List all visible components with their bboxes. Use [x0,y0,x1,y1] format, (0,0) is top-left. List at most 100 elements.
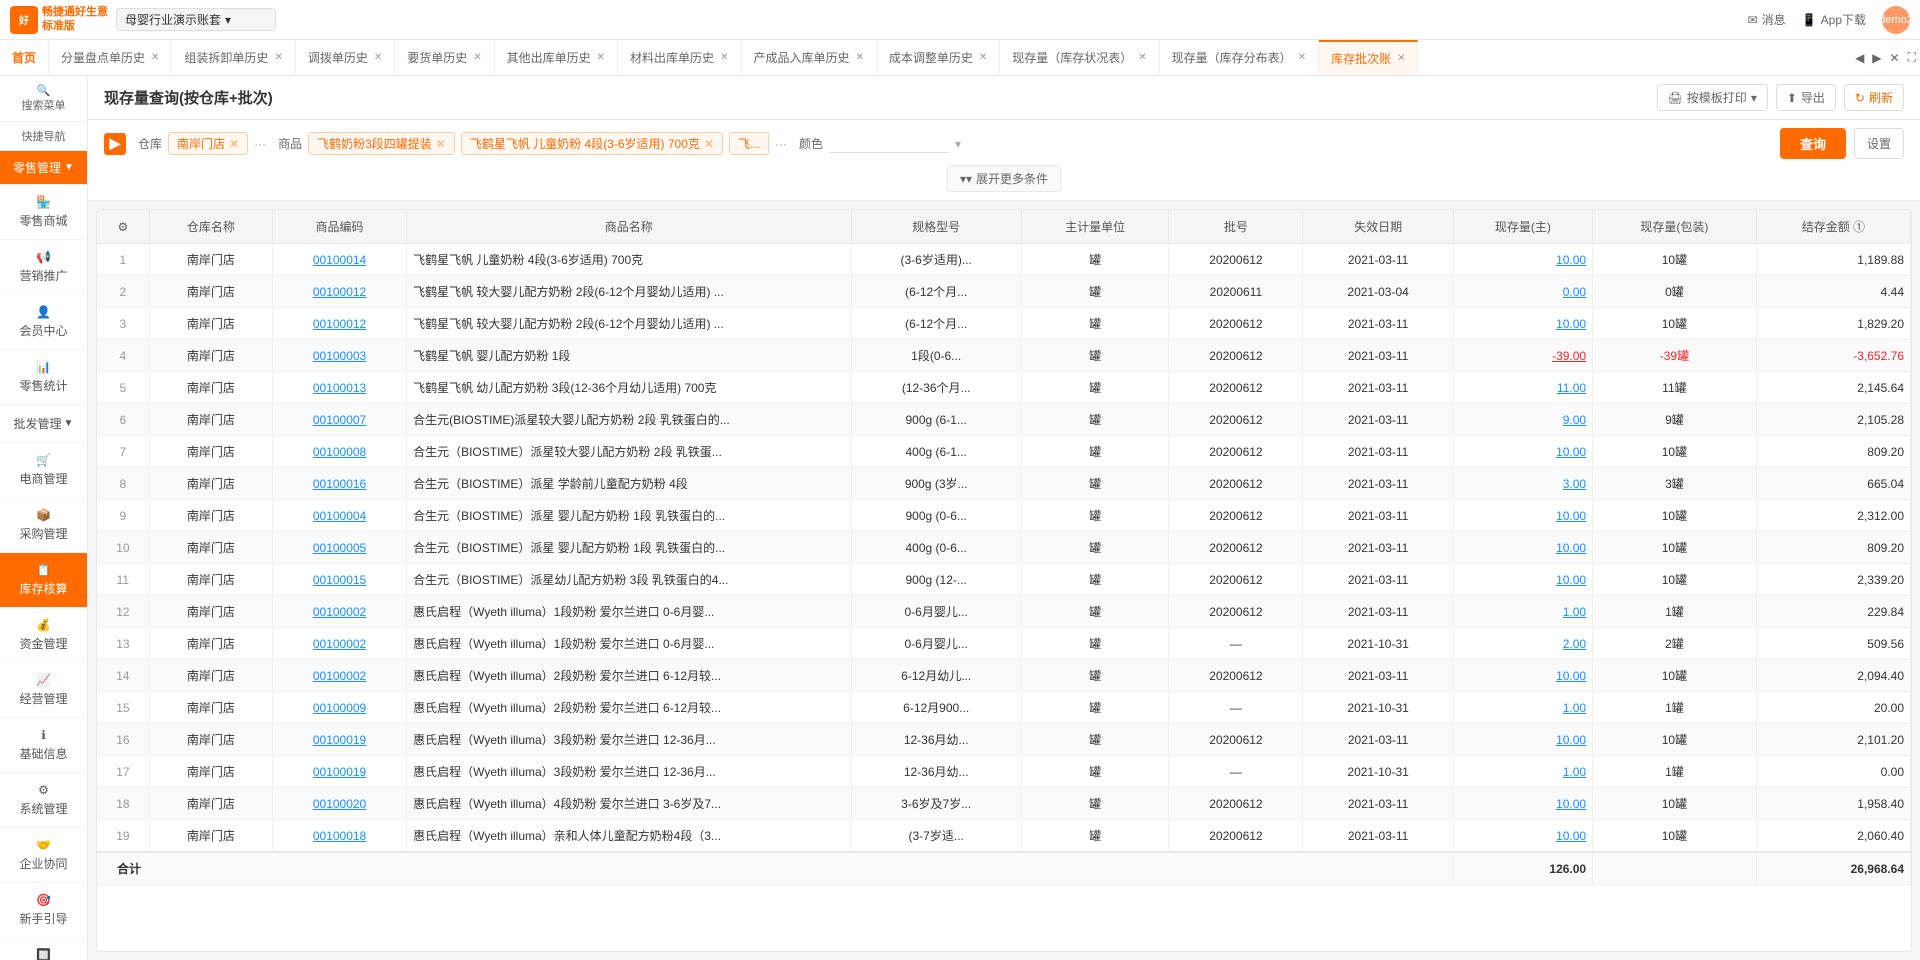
row-code[interactable]: 00100002 [272,628,406,660]
sidebar-item-marketing[interactable]: 📢 营销推广 [0,240,87,295]
sidebar-quick-nav[interactable]: 快捷导航 [0,122,87,151]
sidebar-item-business[interactable]: 📈 经营管理 [0,663,87,718]
row-code[interactable]: 00100019 [272,724,406,756]
nav-next-btn[interactable]: ▶ [1868,51,1885,65]
close-tab-cailiao[interactable]: ✕ [720,52,728,63]
row-code[interactable]: 00100012 [272,308,406,340]
sidebar-item-ecommerce[interactable]: 🛒 电商管理 [0,443,87,498]
row-qty1[interactable]: 11.00 [1453,372,1592,404]
query-btn[interactable]: 查询 [1780,128,1846,159]
color-input[interactable] [829,134,949,153]
close-tab-diaob[interactable]: ✕ [374,52,382,63]
row-qty1[interactable]: 3.00 [1453,468,1592,500]
row-qty1[interactable]: 10.00 [1453,500,1592,532]
sidebar-item-member[interactable]: 👤 会员中心 [0,295,87,350]
sidebar-item-retail-shop[interactable]: 🏪 零售商城 [0,185,87,240]
sidebar-item-retail-stats[interactable]: 📊 零售统计 [0,350,87,405]
row-qty1[interactable]: 10.00 [1453,660,1592,692]
close-tab-chengben[interactable]: ✕ [979,52,987,63]
tab-xiancun2[interactable]: 现存量（库存分布表） ✕ [1160,40,1319,76]
row-code[interactable]: 00100009 [272,692,406,724]
tab-xiancun1[interactable]: 现存量（库存状况表） ✕ [1000,40,1159,76]
nav-maximize-btn[interactable]: ⛶ [1904,50,1920,65]
row-qty1[interactable]: 10.00 [1453,244,1592,276]
tab-kucun-pici[interactable]: 库存批次账 ✕ [1319,40,1418,76]
row-code[interactable]: 00100012 [272,276,406,308]
close-tab-zuhe[interactable]: ✕ [274,52,282,63]
close-tab-chengpin[interactable]: ✕ [855,52,863,63]
tab-fenliang[interactable]: 分量盘点单历史 ✕ [49,40,172,76]
sidebar-item-system[interactable]: ⚙ 系统管理 [0,773,87,828]
settings-btn[interactable]: 设置 [1854,128,1904,159]
row-qty1[interactable]: 10.00 [1453,724,1592,756]
close-tab-kucun-pici[interactable]: ✕ [1397,53,1405,64]
remove-warehouse-tag[interactable]: ✕ [229,137,239,151]
sidebar-search[interactable]: 🔍 搜索菜单 [0,76,87,122]
industry-select[interactable]: 母婴行业演示账套 ▾ [116,8,276,31]
sidebar-item-wholesale-mgmt[interactable]: 批发管理 ▼ [0,405,87,443]
row-qty1[interactable]: 10.00 [1453,532,1592,564]
tab-chengpin[interactable]: 产成品入库单历史 ✕ [741,40,876,76]
close-tab-qita[interactable]: ✕ [597,52,605,63]
sidebar-item-app-center[interactable]: 🔲 应用中心 [0,938,87,960]
remove-product-tag-1[interactable]: ✕ [436,137,446,151]
warehouse-more-dots[interactable]: ··· [254,137,266,151]
row-code[interactable]: 00100004 [272,500,406,532]
sidebar-item-finance[interactable]: 💰 资金管理 [0,608,87,663]
row-code[interactable]: 00100018 [272,820,406,853]
row-qty1[interactable]: 1.00 [1453,692,1592,724]
tab-home[interactable]: 首页 [0,40,49,76]
row-code[interactable]: 00100002 [272,596,406,628]
export-btn[interactable]: ⬆ 导出 [1776,84,1836,111]
row-code[interactable]: 00100015 [272,564,406,596]
close-tab-xiancun2[interactable]: ✕ [1298,52,1306,63]
row-qty1[interactable]: 1.00 [1453,596,1592,628]
row-qty1[interactable]: -39.00 [1453,340,1592,372]
row-code[interactable]: 00100020 [272,788,406,820]
tab-cailiao[interactable]: 材料出库单历史 ✕ [618,40,741,76]
row-qty1[interactable]: 10.00 [1453,436,1592,468]
product-tag-1[interactable]: 飞鹤奶粉3段四罐提装 ✕ [308,132,455,155]
refresh-btn[interactable]: ↻ 刷新 [1844,84,1904,111]
avatar[interactable]: demo2 [1882,6,1910,34]
row-code[interactable]: 00100013 [272,372,406,404]
row-code[interactable]: 00100008 [272,436,406,468]
row-qty1[interactable]: 1.00 [1453,756,1592,788]
sidebar-item-collab[interactable]: 🤝 企业协同 [0,828,87,883]
row-code[interactable]: 00100019 [272,756,406,788]
tab-yaohuo[interactable]: 要货单历史 ✕ [395,40,494,76]
warehouse-tag[interactable]: 南岸门店 ✕ [168,132,248,155]
sidebar-item-inventory[interactable]: 📋 库存核算 [0,553,87,608]
sidebar-item-basic-info[interactable]: ℹ 基础信息 [0,718,87,773]
sidebar-item-retail-mgmt[interactable]: 零售管理 ▼ [0,151,87,185]
product-tag-more[interactable]: 飞... [729,132,769,155]
row-code[interactable]: 00100005 [272,532,406,564]
print-btn[interactable]: 🖨 按模板打印 ▾ [1657,84,1768,111]
close-tab-fenliang[interactable]: ✕ [151,52,159,63]
remove-product-tag-2[interactable]: ✕ [704,137,714,151]
sidebar-item-purchase[interactable]: 📦 采购管理 [0,498,87,553]
close-tab-yaohuo[interactable]: ✕ [473,52,481,63]
row-code[interactable]: 00100002 [272,660,406,692]
row-qty1[interactable]: 10.00 [1453,820,1592,853]
row-qty1[interactable]: 10.00 [1453,564,1592,596]
col-settings[interactable]: ⚙ [97,210,149,244]
product-tag-2[interactable]: 飞鹤星飞帆 儿童奶粉 4段(3-6岁适用) 700克 ✕ [461,132,723,155]
sidebar-item-guide[interactable]: 🎯 新手引导 [0,883,87,938]
close-tab-xiancun1[interactable]: ✕ [1138,52,1146,63]
filter-expand-arrow-btn[interactable]: ▶ [104,133,126,155]
nav-prev-btn[interactable]: ◀ [1851,51,1868,65]
row-qty1[interactable]: 10.00 [1453,308,1592,340]
tab-zuhe[interactable]: 组装拆卸单历史 ✕ [172,40,295,76]
row-code[interactable]: 00100016 [272,468,406,500]
row-qty1[interactable]: 2.00 [1453,628,1592,660]
message-btn[interactable]: ✉ 消息 [1748,11,1786,28]
nav-close-all-btn[interactable]: ✕ [1886,51,1904,65]
tab-diaob[interactable]: 调拨单历史 ✕ [296,40,395,76]
row-qty1[interactable]: 0.00 [1453,276,1592,308]
product-more-dots[interactable]: ··· [775,137,787,151]
tab-chengben[interactable]: 成本调整单历史 ✕ [877,40,1000,76]
expand-more-conditions-btn[interactable]: ▾▾ 展开更多条件 [947,165,1061,192]
row-qty1[interactable]: 9.00 [1453,404,1592,436]
app-download-btn[interactable]: 📱 App下载 [1802,11,1866,28]
